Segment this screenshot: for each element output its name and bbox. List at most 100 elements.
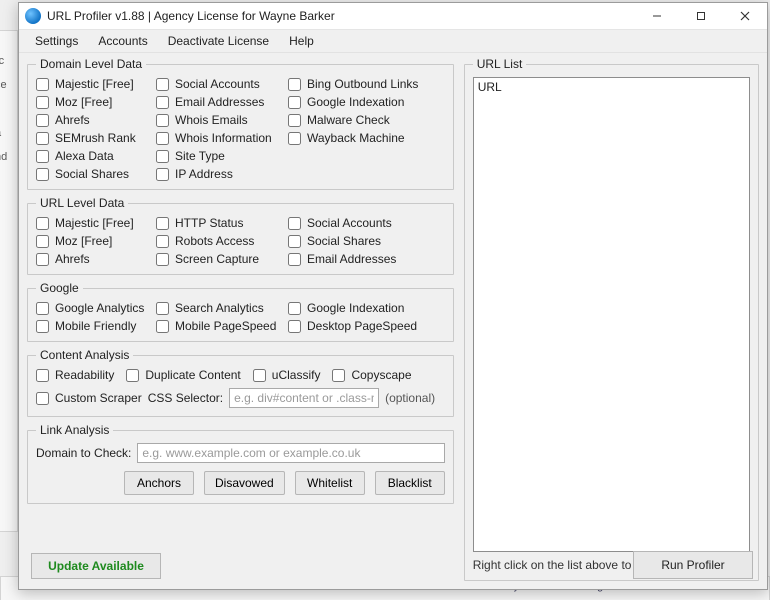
checkbox-input[interactable] [288, 320, 301, 333]
checkbox-email-addresses[interactable]: Email Addresses [156, 95, 286, 109]
checkbox-mobile-friendly[interactable]: Mobile Friendly [36, 319, 154, 333]
checkbox-input[interactable] [156, 132, 169, 145]
checkbox-http-status[interactable]: HTTP Status [156, 216, 286, 230]
checkbox-google-indexation[interactable]: Google Indexation [288, 95, 434, 109]
checkbox-input[interactable] [156, 320, 169, 333]
checkbox-semrush-rank[interactable]: SEMrush Rank [36, 131, 154, 145]
anchors-button[interactable]: Anchors [124, 471, 194, 495]
checkbox-copyscape[interactable]: Copyscape [332, 368, 411, 382]
whitelist-button[interactable]: Whitelist [295, 471, 365, 495]
minimize-button[interactable] [635, 3, 679, 29]
checkbox-whois-emails[interactable]: Whois Emails [156, 113, 286, 127]
disavowed-button[interactable]: Disavowed [204, 471, 285, 495]
group-legend: Link Analysis [36, 423, 113, 437]
checkbox-input[interactable] [36, 302, 49, 315]
blacklist-button[interactable]: Blacklist [375, 471, 445, 495]
checkbox-wayback-machine[interactable]: Wayback Machine [288, 131, 434, 145]
checkbox-input[interactable] [36, 217, 49, 230]
checkbox-input[interactable] [36, 132, 49, 145]
checkbox-input[interactable] [253, 369, 266, 382]
checkbox-robots-access[interactable]: Robots Access [156, 234, 286, 248]
checkbox-majestic-free[interactable]: Majestic [Free] [36, 77, 154, 91]
checkbox-input[interactable] [36, 253, 49, 266]
checkbox-input[interactable] [156, 302, 169, 315]
background-window-left: ce rc a nd [0, 30, 18, 532]
checkbox-social-accounts[interactable]: Social Accounts [156, 77, 286, 91]
domain-to-check-input[interactable] [137, 443, 444, 463]
checkbox-input[interactable] [36, 392, 49, 405]
checkbox-alexa-data[interactable]: Alexa Data [36, 149, 154, 163]
checkbox-social-accounts[interactable]: Social Accounts [288, 216, 434, 230]
checkbox-input[interactable] [36, 78, 49, 91]
maximize-icon [696, 11, 706, 21]
run-profiler-button[interactable]: Run Profiler [633, 551, 753, 579]
checkbox-input[interactable] [36, 168, 49, 181]
checkbox-google-analytics[interactable]: Google Analytics [36, 301, 154, 315]
checkbox-moz-free[interactable]: Moz [Free] [36, 234, 154, 248]
checkbox-bing-outbound-links[interactable]: Bing Outbound Links [288, 77, 434, 91]
checkbox-input[interactable] [288, 235, 301, 248]
checkbox-social-shares[interactable]: Social Shares [288, 234, 434, 248]
checkbox-email-addresses[interactable]: Email Addresses [288, 252, 434, 266]
checkbox-input[interactable] [288, 253, 301, 266]
checkbox-site-type[interactable]: Site Type [156, 149, 286, 163]
checkbox-input[interactable] [156, 168, 169, 181]
update-available-button[interactable]: Update Available [31, 553, 161, 579]
checkbox-ahrefs[interactable]: Ahrefs [36, 113, 154, 127]
checkbox-input[interactable] [288, 78, 301, 91]
checkbox-input[interactable] [288, 96, 301, 109]
checkbox-input[interactable] [288, 132, 301, 145]
checkbox-input[interactable] [156, 217, 169, 230]
menu-deactivate-license[interactable]: Deactivate License [158, 31, 279, 51]
checkbox-ahrefs[interactable]: Ahrefs [36, 252, 154, 266]
checkbox-label: Moz [Free] [55, 234, 112, 248]
checkbox-custom-scraper[interactable]: Custom Scraper [36, 391, 142, 405]
checkbox-input[interactable] [332, 369, 345, 382]
checkbox-moz-free[interactable]: Moz [Free] [36, 95, 154, 109]
checkbox-social-shares[interactable]: Social Shares [36, 167, 154, 181]
checkbox-input[interactable] [288, 114, 301, 127]
update-available-label: Update Available [48, 559, 144, 573]
checkbox-whois-information[interactable]: Whois Information [156, 131, 286, 145]
checkbox-input[interactable] [156, 150, 169, 163]
checkbox-ip-address[interactable]: IP Address [156, 167, 286, 181]
checkbox-input[interactable] [156, 253, 169, 266]
checkbox-input[interactable] [288, 217, 301, 230]
checkbox-input[interactable] [36, 320, 49, 333]
checkbox-duplicate-content[interactable]: Duplicate Content [126, 368, 240, 382]
checkbox-readability[interactable]: Readability [36, 368, 114, 382]
titlebar[interactable]: URL Profiler v1.88 | Agency License for … [19, 3, 767, 30]
close-button[interactable] [723, 3, 767, 29]
menu-help[interactable]: Help [279, 31, 324, 51]
checkbox-input[interactable] [156, 235, 169, 248]
checkbox-input[interactable] [156, 114, 169, 127]
menu-settings[interactable]: Settings [25, 31, 88, 51]
checkbox-mobile-pagespeed[interactable]: Mobile PageSpeed [156, 319, 286, 333]
checkbox-desktop-pagespeed[interactable]: Desktop PageSpeed [288, 319, 434, 333]
checkbox-input[interactable] [36, 114, 49, 127]
checkbox-input[interactable] [36, 235, 49, 248]
checkbox-input[interactable] [36, 369, 49, 382]
checkbox-search-analytics[interactable]: Search Analytics [156, 301, 286, 315]
checkbox-input[interactable] [36, 96, 49, 109]
checkbox-majestic-free[interactable]: Majestic [Free] [36, 216, 154, 230]
checkbox-malware-check[interactable]: Malware Check [288, 113, 434, 127]
group-legend: Google [36, 281, 83, 295]
group-url-list: URL List URL Right click on the list abo… [464, 57, 759, 581]
group-google: Google Google Analytics Search Analytics G… [27, 281, 454, 342]
menu-accounts[interactable]: Accounts [88, 31, 157, 51]
checkbox-google-indexation[interactable]: Google Indexation [288, 301, 434, 315]
checkbox-screen-capture[interactable]: Screen Capture [156, 252, 286, 266]
checkbox-label: Search Analytics [175, 301, 264, 315]
checkbox-input[interactable] [126, 369, 139, 382]
css-selector-input[interactable] [229, 388, 379, 408]
maximize-button[interactable] [679, 3, 723, 29]
checkbox-input[interactable] [36, 150, 49, 163]
checkbox-uclassify[interactable]: uClassify [253, 368, 321, 382]
url-list[interactable]: URL [473, 77, 750, 552]
checkbox-input[interactable] [288, 302, 301, 315]
checkbox-label: Google Indexation [307, 301, 404, 315]
checkbox-label: Custom Scraper [55, 391, 142, 405]
checkbox-input[interactable] [156, 78, 169, 91]
checkbox-input[interactable] [156, 96, 169, 109]
